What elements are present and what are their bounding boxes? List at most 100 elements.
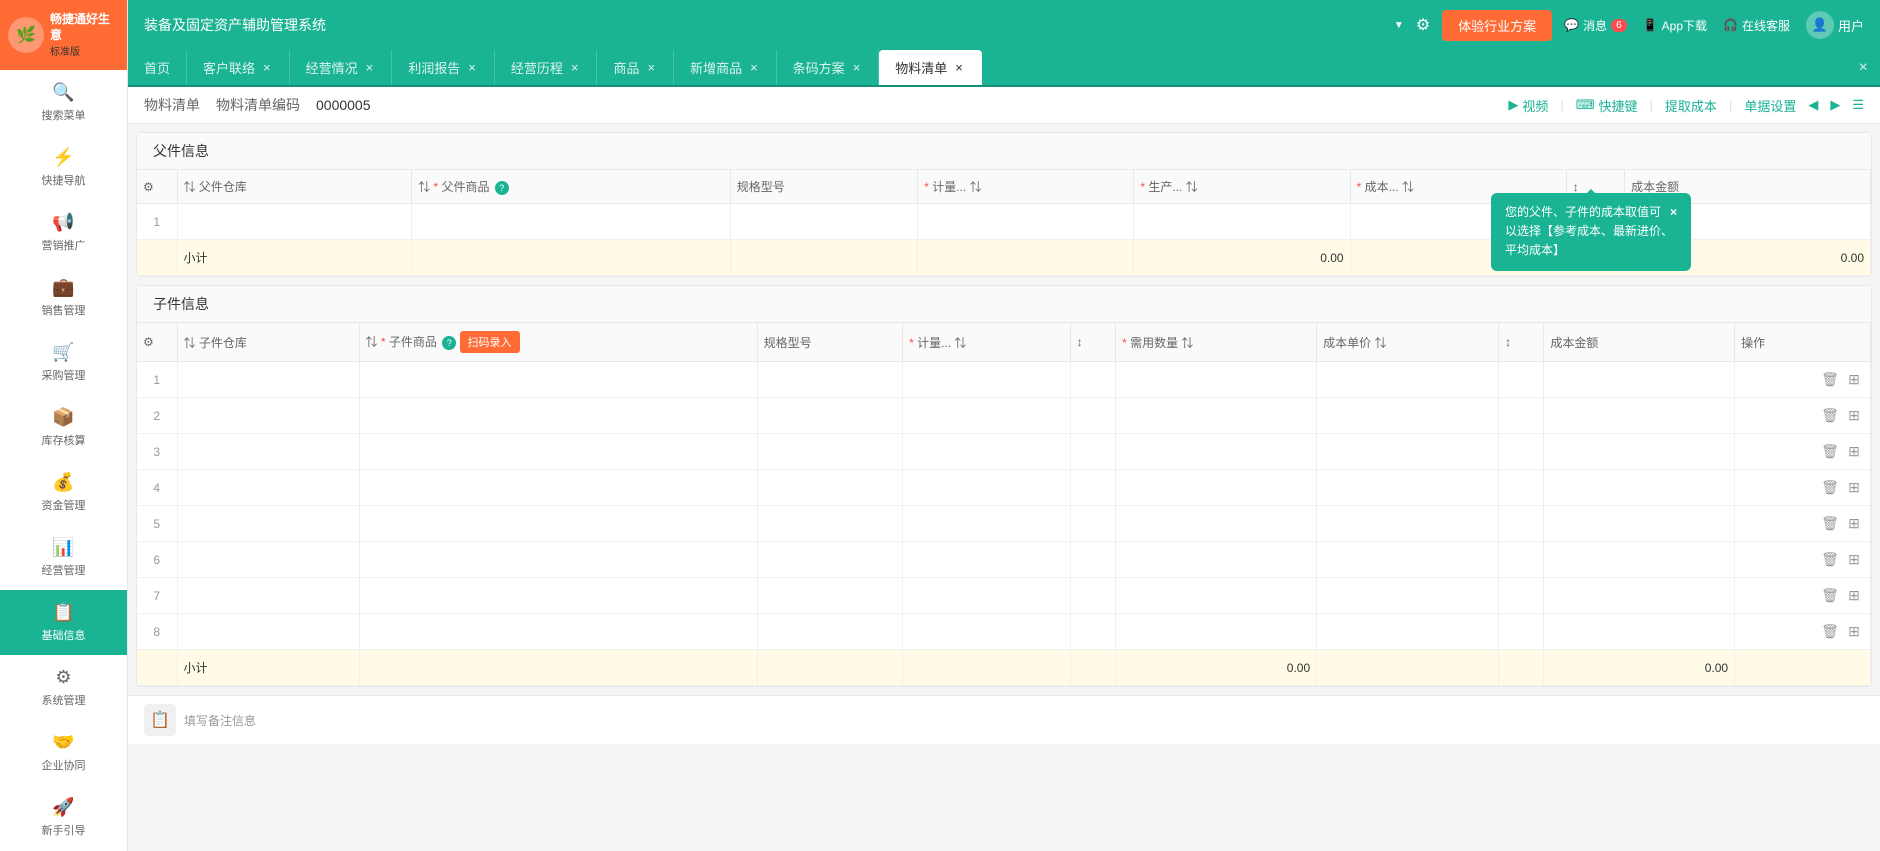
delete-icon-2[interactable]: 🗑 bbox=[1820, 442, 1840, 462]
tab-bom-close[interactable]: × bbox=[953, 58, 965, 77]
child-goods-4[interactable] bbox=[359, 506, 757, 542]
th-child-sort4[interactable]: ⇅ bbox=[1181, 336, 1193, 350]
system-dropdown-arrow[interactable]: ▼ bbox=[1394, 20, 1404, 31]
child-warehouse-5[interactable] bbox=[177, 542, 359, 578]
child-quantity-5[interactable] bbox=[1116, 542, 1317, 578]
child-warehouse-2[interactable] bbox=[177, 434, 359, 470]
tooltip-close-button[interactable]: × bbox=[1670, 203, 1677, 222]
th-child-sort-col[interactable]: ↕ bbox=[1070, 323, 1115, 362]
child-sort-2[interactable] bbox=[1070, 434, 1115, 470]
th-child-sort3[interactable]: ⇅ bbox=[954, 336, 966, 350]
child-unit-2[interactable] bbox=[903, 434, 1071, 470]
child-sort-5[interactable] bbox=[1070, 542, 1115, 578]
delete-icon-5[interactable]: 🗑 bbox=[1820, 550, 1840, 570]
video-action[interactable]: ▶ 视频 bbox=[1508, 96, 1548, 115]
delete-icon-6[interactable]: 🗑 bbox=[1820, 586, 1840, 606]
child-unit-cost-6[interactable] bbox=[1317, 578, 1499, 614]
child-unit-cost-0[interactable] bbox=[1317, 362, 1499, 398]
bottom-note-icon[interactable]: 📋 bbox=[144, 704, 176, 736]
child-spec-7[interactable] bbox=[757, 614, 902, 650]
child-quantity-2[interactable] bbox=[1116, 434, 1317, 470]
sidebar-item-operations[interactable]: 📊 经营管理 bbox=[0, 525, 127, 590]
tab-profit-close[interactable]: × bbox=[466, 58, 478, 77]
child-spec-1[interactable] bbox=[757, 398, 902, 434]
tab-home[interactable]: 首页 bbox=[128, 50, 187, 85]
message-button[interactable]: 💬 消息 6 bbox=[1564, 17, 1627, 34]
child-warehouse-6[interactable] bbox=[177, 578, 359, 614]
parent-goods-info-icon[interactable]: ? bbox=[495, 181, 509, 195]
child-quantity-3[interactable] bbox=[1116, 470, 1317, 506]
child-sort2-1[interactable] bbox=[1499, 398, 1544, 434]
child-spec-6[interactable] bbox=[757, 578, 902, 614]
sidebar-item-system[interactable]: ⚙ 系统管理 bbox=[0, 655, 127, 720]
child-goods-5[interactable] bbox=[359, 542, 757, 578]
copy-icon-1[interactable]: ⊞ bbox=[1844, 406, 1864, 426]
online-service-button[interactable]: 🎧 在线客服 bbox=[1723, 17, 1790, 34]
tab-operation-close[interactable]: × bbox=[364, 58, 376, 77]
delete-icon-7[interactable]: 🗑 bbox=[1820, 622, 1840, 642]
child-unit-4[interactable] bbox=[903, 506, 1071, 542]
child-unit-0[interactable] bbox=[903, 362, 1071, 398]
child-unit-cost-2[interactable] bbox=[1317, 434, 1499, 470]
child-quantity-0[interactable] bbox=[1116, 362, 1317, 398]
child-goods-0[interactable] bbox=[359, 362, 757, 398]
child-quantity-4[interactable] bbox=[1116, 506, 1317, 542]
parent-goods-cell[interactable] bbox=[412, 204, 731, 240]
copy-icon-4[interactable]: ⊞ bbox=[1844, 514, 1864, 534]
child-sort2-6[interactable] bbox=[1499, 578, 1544, 614]
child-goods-info-icon[interactable]: ? bbox=[442, 336, 456, 350]
th-child-sort5[interactable]: ⇅ bbox=[1374, 336, 1386, 350]
th-sort-icon3[interactable]: ⇅ bbox=[970, 180, 982, 194]
tab-barcode[interactable]: 条码方案 × bbox=[777, 50, 880, 85]
single-settings-action[interactable]: 单据设置 bbox=[1744, 96, 1796, 115]
sidebar-item-sales[interactable]: 💼 销售管理 bbox=[0, 265, 127, 330]
tab-barcode-close[interactable]: × bbox=[851, 58, 863, 77]
tab-bom[interactable]: 物料清单 × bbox=[879, 50, 982, 85]
child-warehouse-1[interactable] bbox=[177, 398, 359, 434]
th-child-sort6[interactable]: ↕ bbox=[1499, 323, 1544, 362]
child-spec-0[interactable] bbox=[757, 362, 902, 398]
copy-icon-5[interactable]: ⊞ bbox=[1844, 550, 1864, 570]
sidebar-item-quicknav[interactable]: ⚡ 快捷导航 bbox=[0, 135, 127, 200]
child-sort-6[interactable] bbox=[1070, 578, 1115, 614]
table-view[interactable]: ☰ bbox=[1852, 97, 1864, 113]
shortcut-action[interactable]: ⌨ 快捷键 bbox=[1576, 96, 1638, 115]
sidebar-item-inventory[interactable]: 📦 库存核算 bbox=[0, 395, 127, 460]
child-unit-cost-3[interactable] bbox=[1317, 470, 1499, 506]
sidebar-item-marketing[interactable]: 📢 营销推广 bbox=[0, 200, 127, 265]
tab-new-goods-close[interactable]: × bbox=[748, 58, 760, 77]
settings-icon[interactable]: ⚙ bbox=[1416, 15, 1430, 35]
child-warehouse-0[interactable] bbox=[177, 362, 359, 398]
tab-operation[interactable]: 经营情况 × bbox=[290, 50, 393, 85]
child-quantity-1[interactable] bbox=[1116, 398, 1317, 434]
th-sort-icon4[interactable]: ⇅ bbox=[1186, 180, 1198, 194]
copy-icon-6[interactable]: ⊞ bbox=[1844, 586, 1864, 606]
child-spec-2[interactable] bbox=[757, 434, 902, 470]
child-warehouse-4[interactable] bbox=[177, 506, 359, 542]
child-unit-cost-4[interactable] bbox=[1317, 506, 1499, 542]
child-unit-3[interactable] bbox=[903, 470, 1071, 506]
child-sort-4[interactable] bbox=[1070, 506, 1115, 542]
copy-icon-0[interactable]: ⊞ bbox=[1844, 370, 1864, 390]
child-unit-7[interactable] bbox=[903, 614, 1071, 650]
sidebar-item-guide[interactable]: 🚀 新手引导 bbox=[0, 785, 127, 850]
child-spec-5[interactable] bbox=[757, 542, 902, 578]
th-parent-settings[interactable]: ⚙ bbox=[137, 170, 177, 204]
th-sort-icon2[interactable]: ⇅ bbox=[418, 180, 430, 194]
extract-cost-action[interactable]: 提取成本 bbox=[1665, 96, 1717, 115]
child-goods-2[interactable] bbox=[359, 434, 757, 470]
child-unit-cost-5[interactable] bbox=[1317, 542, 1499, 578]
delete-icon-4[interactable]: 🗑 bbox=[1820, 514, 1840, 534]
sidebar-item-purchase[interactable]: 🛒 采购管理 bbox=[0, 330, 127, 395]
copy-icon-3[interactable]: ⊞ bbox=[1844, 478, 1864, 498]
page-tab1[interactable]: 物料清单 bbox=[144, 95, 200, 115]
child-spec-4[interactable] bbox=[757, 506, 902, 542]
global-close-button[interactable]: × bbox=[1847, 51, 1880, 85]
th-sort-icon5[interactable]: ⇅ bbox=[1402, 180, 1414, 194]
th-sort-icon[interactable]: ⇅ bbox=[184, 180, 196, 194]
delete-icon-1[interactable]: 🗑 bbox=[1820, 406, 1840, 426]
sidebar-item-enterprise[interactable]: 🤝 企业协同 bbox=[0, 720, 127, 785]
child-goods-3[interactable] bbox=[359, 470, 757, 506]
child-goods-1[interactable] bbox=[359, 398, 757, 434]
tab-new-goods[interactable]: 新增商品 × bbox=[674, 50, 777, 85]
